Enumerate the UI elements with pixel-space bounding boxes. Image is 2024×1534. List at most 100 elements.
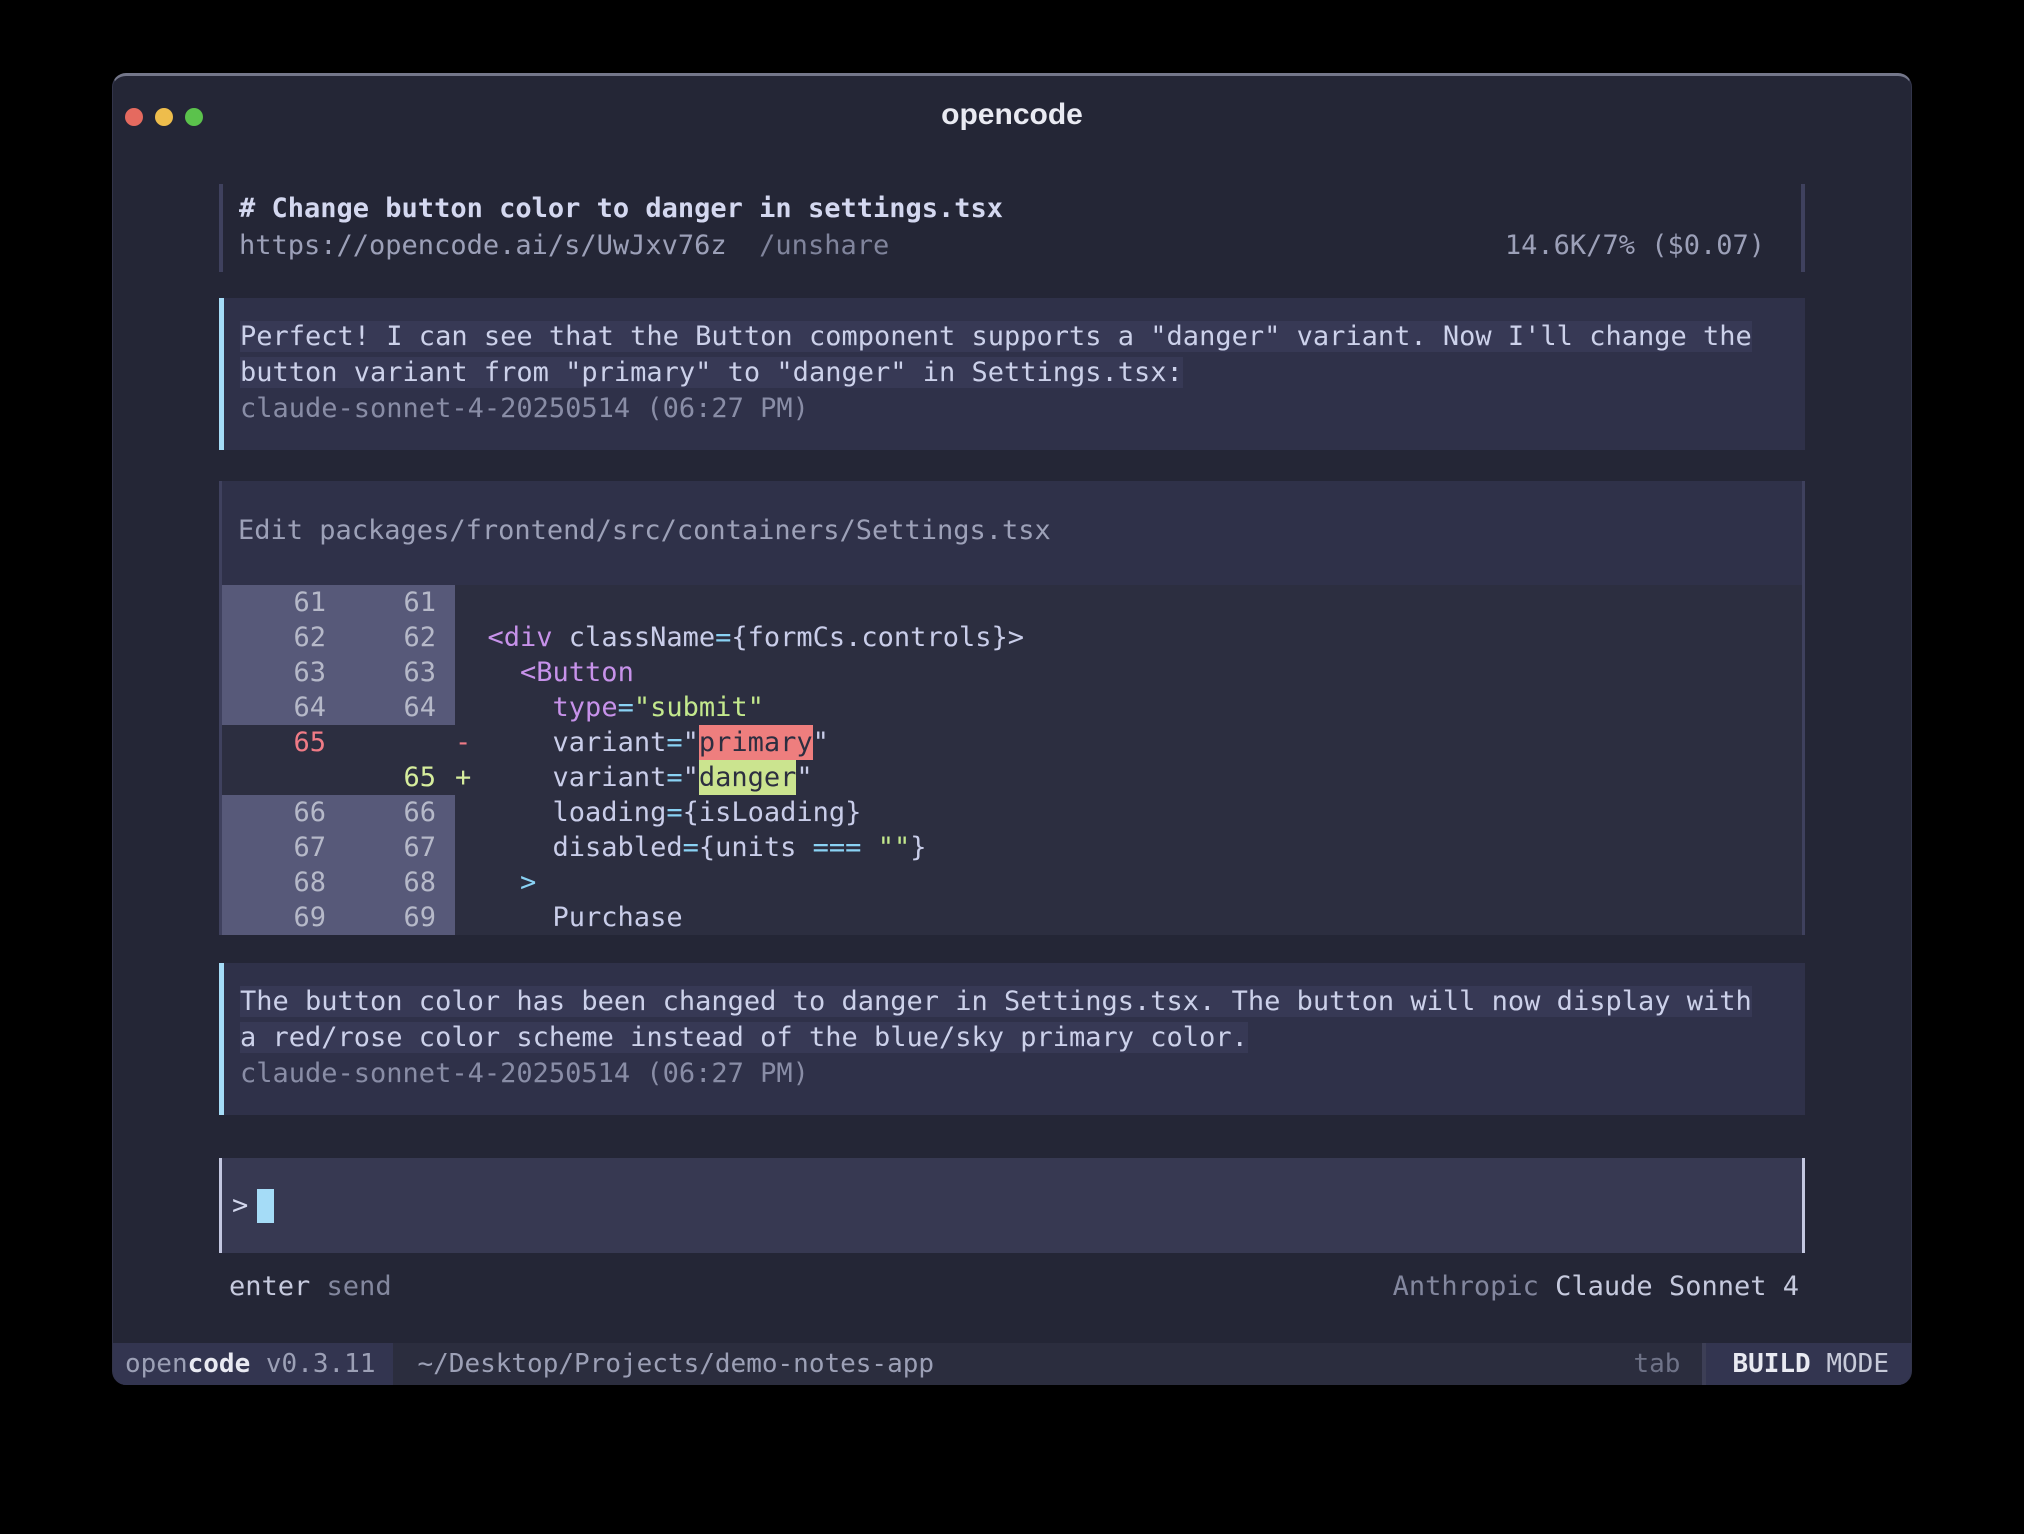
code-line: type="submit" bbox=[455, 690, 1802, 725]
line-number-old: 66 bbox=[222, 795, 326, 830]
usage-stats: 14.6K/7% ($0.07) bbox=[1505, 227, 1765, 264]
diff-gutter: 6464 bbox=[222, 690, 455, 725]
line-number-old: 69 bbox=[222, 900, 326, 935]
code-line: + variant="danger" bbox=[455, 760, 1802, 795]
message-line: The button color has been changed to dan… bbox=[240, 984, 1775, 1020]
diff-row: 6767 disabled={units === ""} bbox=[222, 830, 1802, 865]
assistant-message: Perfect! I can see that the Button compo… bbox=[219, 298, 1805, 450]
line-number-old: 65 bbox=[222, 725, 326, 760]
mode-name: BUILD bbox=[1732, 1349, 1810, 1379]
session-url[interactable]: https://opencode.ai/s/UwJxv76z bbox=[239, 230, 727, 261]
line-number-old bbox=[222, 760, 326, 795]
code-line: > bbox=[455, 865, 1802, 900]
line-number-new: 67 bbox=[326, 830, 436, 865]
code-line: Purchase bbox=[455, 900, 1802, 935]
line-number-new: 63 bbox=[326, 655, 436, 690]
line-number-new: 61 bbox=[326, 585, 436, 620]
diff-row: 6666 loading={isLoading} bbox=[222, 795, 1802, 830]
message-text: Perfect! I can see that the Button compo… bbox=[240, 321, 1752, 352]
line-number-new: 65 bbox=[326, 760, 436, 795]
prompt-char: > bbox=[232, 1190, 248, 1221]
assistant-message: The button color has been changed to dan… bbox=[219, 963, 1805, 1115]
message-text: a red/rose color scheme instead of the b… bbox=[240, 1022, 1248, 1053]
model-label: Claude Sonnet 4 bbox=[1555, 1271, 1799, 1302]
diff-row: 65 + variant="danger" bbox=[222, 760, 1802, 795]
diff-row: 6969 Purchase bbox=[222, 900, 1802, 935]
diff-gutter: 6666 bbox=[222, 795, 455, 830]
working-directory: ~/Desktop/Projects/demo-notes-app bbox=[417, 1343, 934, 1385]
diff-row: 6161 bbox=[222, 585, 1802, 620]
app-version-segment: opencode v0.3.11 bbox=[113, 1343, 393, 1385]
send-hint: enter send bbox=[229, 1269, 392, 1305]
mode-badge[interactable]: BUILD MODE bbox=[1702, 1343, 1911, 1385]
send-label: send bbox=[327, 1271, 392, 1302]
unshare-link[interactable]: /unshare bbox=[759, 230, 889, 261]
app-version: v0.3.11 bbox=[250, 1349, 375, 1379]
enter-key-label: enter bbox=[229, 1271, 310, 1302]
text-cursor bbox=[257, 1189, 274, 1223]
title-bar: opencode bbox=[113, 76, 1911, 148]
diff-gutter: 65 bbox=[222, 760, 455, 795]
message-meta: claude-sonnet-4-20250514 (06:27 PM) bbox=[240, 391, 1775, 427]
window-title: opencode bbox=[113, 76, 1911, 132]
code-line bbox=[455, 585, 1802, 620]
line-number-old: 67 bbox=[222, 830, 326, 865]
app-name-code: code bbox=[188, 1349, 251, 1379]
message-line: button variant from "primary" to "danger… bbox=[240, 355, 1775, 391]
message-text: button variant from "primary" to "danger… bbox=[240, 357, 1183, 388]
diff-gutter: 6868 bbox=[222, 865, 455, 900]
message-line: a red/rose color scheme instead of the b… bbox=[240, 1020, 1775, 1056]
line-number-old: 61 bbox=[222, 585, 326, 620]
line-number-new: 68 bbox=[326, 865, 436, 900]
code-line: disabled={units === ""} bbox=[455, 830, 1802, 865]
diff-rows: 61616262 <div className={formCs.controls… bbox=[222, 585, 1802, 935]
line-number-new: 64 bbox=[326, 690, 436, 725]
diff-row: 6262 <div className={formCs.controls}> bbox=[222, 620, 1802, 655]
line-number-old: 62 bbox=[222, 620, 326, 655]
session-header: # Change button color to danger in setti… bbox=[219, 184, 1805, 272]
code-line: <Button bbox=[455, 655, 1802, 690]
traffic-lights bbox=[125, 108, 203, 126]
line-number-new: 62 bbox=[326, 620, 436, 655]
diff-row: 6868 > bbox=[222, 865, 1802, 900]
app-name-open: open bbox=[125, 1349, 188, 1379]
diff-gutter: 6363 bbox=[222, 655, 455, 690]
diff-file-path: Edit packages/frontend/src/containers/Se… bbox=[222, 481, 1802, 585]
diff-gutter: 65 bbox=[222, 725, 455, 760]
diff-panel: Edit packages/frontend/src/containers/Se… bbox=[219, 481, 1805, 935]
model-indicator: Anthropic Claude Sonnet 4 bbox=[1393, 1269, 1799, 1305]
message-text: The button color has been changed to dan… bbox=[240, 986, 1752, 1017]
session-header-left: # Change button color to danger in setti… bbox=[239, 190, 1003, 264]
status-bar: opencode v0.3.11 ~/Desktop/Projects/demo… bbox=[113, 1343, 1911, 1385]
diff-gutter: 6969 bbox=[222, 900, 455, 935]
session-title: # Change button color to danger in setti… bbox=[239, 190, 1003, 227]
line-number-new: 69 bbox=[326, 900, 436, 935]
message-line: Perfect! I can see that the Button compo… bbox=[240, 319, 1775, 355]
diff-row: 65 - variant="primary" bbox=[222, 725, 1802, 760]
diff-gutter: 6262 bbox=[222, 620, 455, 655]
line-number-new bbox=[326, 725, 436, 760]
minimize-button[interactable] bbox=[155, 108, 173, 126]
diff-row: 6464 type="submit" bbox=[222, 690, 1802, 725]
line-number-old: 63 bbox=[222, 655, 326, 690]
line-number-new: 66 bbox=[326, 795, 436, 830]
code-line: - variant="primary" bbox=[455, 725, 1802, 760]
line-number-old: 64 bbox=[222, 690, 326, 725]
mode-suffix: MODE bbox=[1811, 1349, 1889, 1379]
diff-gutter: 6767 bbox=[222, 830, 455, 865]
provider-label: Anthropic bbox=[1393, 1271, 1539, 1302]
session-url-line: https://opencode.ai/s/UwJxv76z/unshare bbox=[239, 227, 1003, 264]
message-meta: claude-sonnet-4-20250514 (06:27 PM) bbox=[240, 1056, 1775, 1092]
app-window: opencode # Change button color to danger… bbox=[112, 73, 1912, 1385]
code-line: loading={isLoading} bbox=[455, 795, 1802, 830]
diff-row: 6363 <Button bbox=[222, 655, 1802, 690]
close-button[interactable] bbox=[125, 108, 143, 126]
hint-bar: enter send Anthropic Claude Sonnet 4 bbox=[219, 1269, 1805, 1305]
zoom-button[interactable] bbox=[185, 108, 203, 126]
diff-gutter: 6161 bbox=[222, 585, 455, 620]
prompt-input[interactable]: > bbox=[219, 1158, 1805, 1253]
line-number-old: 68 bbox=[222, 865, 326, 900]
statusbar-spacer bbox=[934, 1343, 1633, 1385]
code-line: <div className={formCs.controls}> bbox=[455, 620, 1802, 655]
tab-key-hint: tab bbox=[1633, 1343, 1702, 1385]
